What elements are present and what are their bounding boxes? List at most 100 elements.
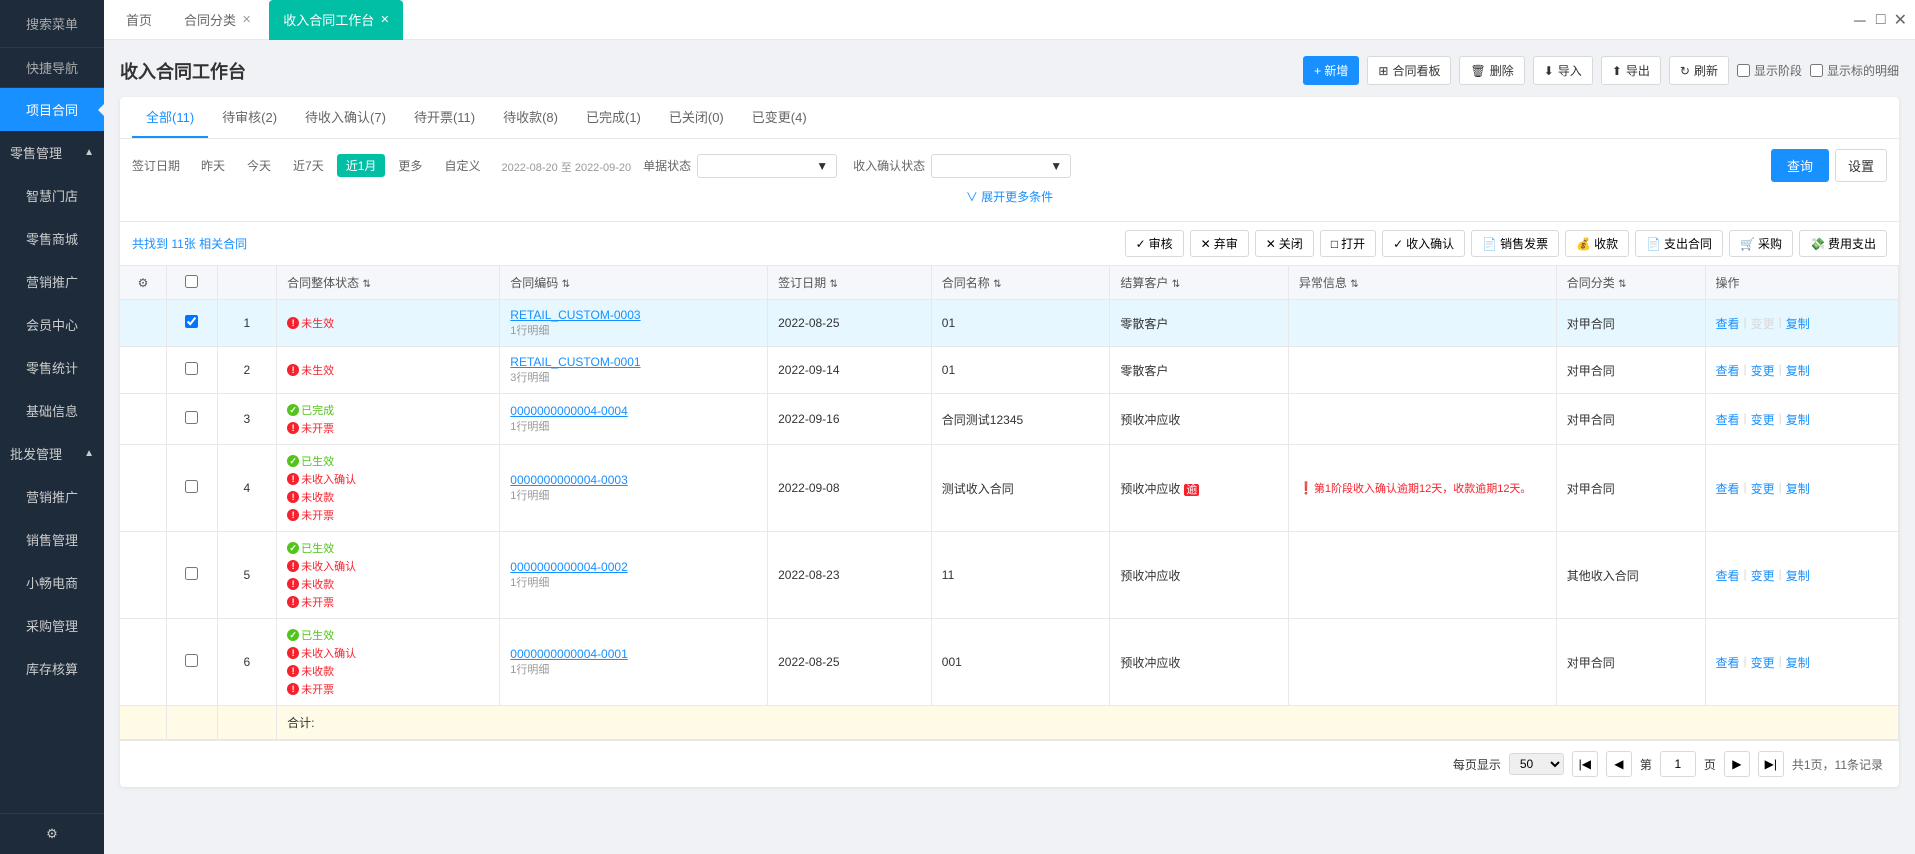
sidebar-item-purchase-mgmt[interactable]: 采购管理 [0,604,104,647]
edit-btn[interactable]: 变更 [1751,362,1775,379]
filter-tab-closed[interactable]: 已关闭(0) [655,97,738,138]
doc-status-select[interactable]: ▼ [697,154,837,178]
sidebar-item-retail-stat[interactable]: 零售统计 [0,346,104,389]
payment-btn[interactable]: 💰 收款 [1565,230,1629,257]
th-customer[interactable]: 结算客户 ⇅ [1110,266,1289,300]
page-input[interactable]: 1 [1660,751,1696,777]
sidebar-item-base-info[interactable]: 基础信息 [0,389,104,432]
filter-tab-pending-payment[interactable]: 待收款(8) [489,97,572,138]
filter-tab-completed[interactable]: 已完成(1) [572,97,655,138]
th-date[interactable]: 签订日期 ⇅ [768,266,932,300]
row-check[interactable] [167,347,218,394]
date-btn-today[interactable]: 今天 [238,154,280,177]
query-button[interactable]: 查询 [1771,149,1829,182]
view-btn[interactable]: 查看 [1716,411,1740,428]
sidebar-item-project[interactable]: 项目合同 [0,88,104,131]
contract-code-link[interactable]: 0000000000004-0004 [510,404,627,418]
close-window-icon[interactable]: ✕ [1894,10,1907,30]
contract-code-link[interactable]: 0000000000004-0003 [510,473,627,487]
row-check[interactable] [167,532,218,619]
minimize-icon[interactable]: － [1852,8,1868,32]
import-button[interactable]: ⬇ 导入 [1533,56,1593,85]
edit-btn[interactable]: 变更 [1751,654,1775,671]
expense-contract-btn[interactable]: 📄 支出合同 [1635,230,1723,257]
date-btn-last1month[interactable]: 近1月 [337,154,386,177]
next-page-btn[interactable]: ▶ [1724,751,1750,777]
row-check[interactable] [167,619,218,706]
purchase-btn[interactable]: 🛒 采购 [1729,230,1793,257]
sidebar-item-marketing[interactable]: 营销推广 [0,260,104,303]
copy-btn[interactable]: 复制 [1786,411,1810,428]
maximize-icon[interactable]: □ [1876,11,1886,29]
sidebar-item-smart-store[interactable]: 智慧门店 [0,174,104,217]
th-status[interactable]: 合同整体状态 ⇅ [277,266,500,300]
filter-tab-pending-invoice[interactable]: 待开票(11) [400,97,489,138]
close-active-icon[interactable]: ✕ [380,13,389,26]
copy-btn[interactable]: 复制 [1786,362,1810,379]
filter-tab-changed[interactable]: 已变更(4) [738,97,821,138]
sales-invoice-btn[interactable]: 📄 销售发票 [1471,230,1559,257]
expense-payment-btn[interactable]: 💸 费用支出 [1799,230,1887,257]
delete-button[interactable]: 🗑 删除 [1459,56,1524,85]
sidebar-nav[interactable]: 快捷导航 [0,48,104,88]
expand-more-btn[interactable]: ∨ 展开更多条件 [132,182,1887,211]
th-error[interactable]: 异常信息 ⇅ [1288,266,1556,300]
copy-btn[interactable]: 复制 [1786,315,1810,332]
sidebar-search[interactable]: 搜索菜单 [0,0,104,48]
view-btn[interactable]: 查看 [1716,480,1740,497]
close-icon[interactable]: ✕ [242,13,251,26]
sidebar-item-xiaochange[interactable]: 小畅电商 [0,561,104,604]
page-size-select[interactable]: 50 10 20 100 [1509,753,1564,775]
new-button[interactable]: + 新增 [1303,56,1359,85]
sidebar-item-retail-shop[interactable]: 零售商城 [0,217,104,260]
th-name[interactable]: 合同名称 ⇅ [931,266,1110,300]
contract-code-link[interactable]: RETAIL_CUSTOM-0003 [510,308,640,322]
review-btn[interactable]: ✓ 审核 [1125,230,1184,257]
copy-btn[interactable]: 复制 [1786,654,1810,671]
prev-page-btn[interactable]: ◀ [1606,751,1632,777]
sidebar-item-inventory[interactable]: 库存核算 [0,647,104,690]
sidebar-item-marketing2[interactable]: 营销推广 [0,475,104,518]
view-btn[interactable]: 查看 [1716,315,1740,332]
sidebar-item-wholesale-mgmt[interactable]: 批发管理 ▲ [0,432,104,475]
tab-contract-type[interactable]: 合同分类 ✕ [170,0,265,40]
income-confirm-select[interactable]: ▼ [931,154,1071,178]
date-btn-custom[interactable]: 自定义 [435,154,489,177]
th-code[interactable]: 合同编码 ⇅ [500,266,768,300]
view-btn[interactable]: 查看 [1716,654,1740,671]
last-page-btn[interactable]: ▶| [1758,751,1784,777]
row-check[interactable] [167,445,218,532]
abandon-btn[interactable]: ✕ 弃审 [1190,230,1249,257]
filter-settings-button[interactable]: 设置 [1835,149,1887,182]
sidebar-item-member[interactable]: 会员中心 [0,303,104,346]
sidebar-settings[interactable]: ⚙ [0,813,104,854]
sidebar-item-retail-mgmt[interactable]: 零售管理 ▲ [0,131,104,174]
sidebar-item-sales-mgmt[interactable]: 销售管理 [0,518,104,561]
filter-tab-pending-review[interactable]: 待审核(2) [208,97,291,138]
copy-btn[interactable]: 复制 [1786,567,1810,584]
filter-tab-all[interactable]: 全部(11) [132,97,208,138]
edit-btn[interactable]: 变更 [1751,411,1775,428]
contract-code-link[interactable]: 0000000000004-0001 [510,647,627,661]
show-stage-checkbox[interactable]: 显示阶段 [1737,62,1802,79]
export-button[interactable]: ⬆ 导出 [1601,56,1661,85]
close-btn[interactable]: ✕ 关闭 [1255,230,1314,257]
th-gear[interactable]: ⚙ [120,266,167,300]
income-confirm-btn[interactable]: ✓ 收入确认 [1382,230,1465,257]
refresh-button[interactable]: ↻ 刷新 [1669,56,1729,85]
row-check[interactable] [167,394,218,445]
open-btn[interactable]: □ 打开 [1320,230,1376,257]
filter-tab-pending-confirm[interactable]: 待收入确认(7) [291,97,400,138]
th-type[interactable]: 合同分类 ⇅ [1556,266,1705,300]
view-btn[interactable]: 查看 [1716,362,1740,379]
tab-home[interactable]: 首页 [112,0,166,40]
row-check[interactable] [167,300,218,347]
edit-btn[interactable]: 变更 [1751,567,1775,584]
contract-code-link[interactable]: RETAIL_CUSTOM-0001 [510,355,640,369]
date-btn-yesterday[interactable]: 昨天 [192,154,234,177]
show-detail-checkbox[interactable]: 显示标的明细 [1810,62,1899,79]
copy-btn[interactable]: 复制 [1786,480,1810,497]
contract-code-link[interactable]: 0000000000004-0002 [510,560,627,574]
date-btn-last7[interactable]: 近7天 [284,154,333,177]
tab-income-workbench[interactable]: 收入合同工作台 ✕ [269,0,403,40]
